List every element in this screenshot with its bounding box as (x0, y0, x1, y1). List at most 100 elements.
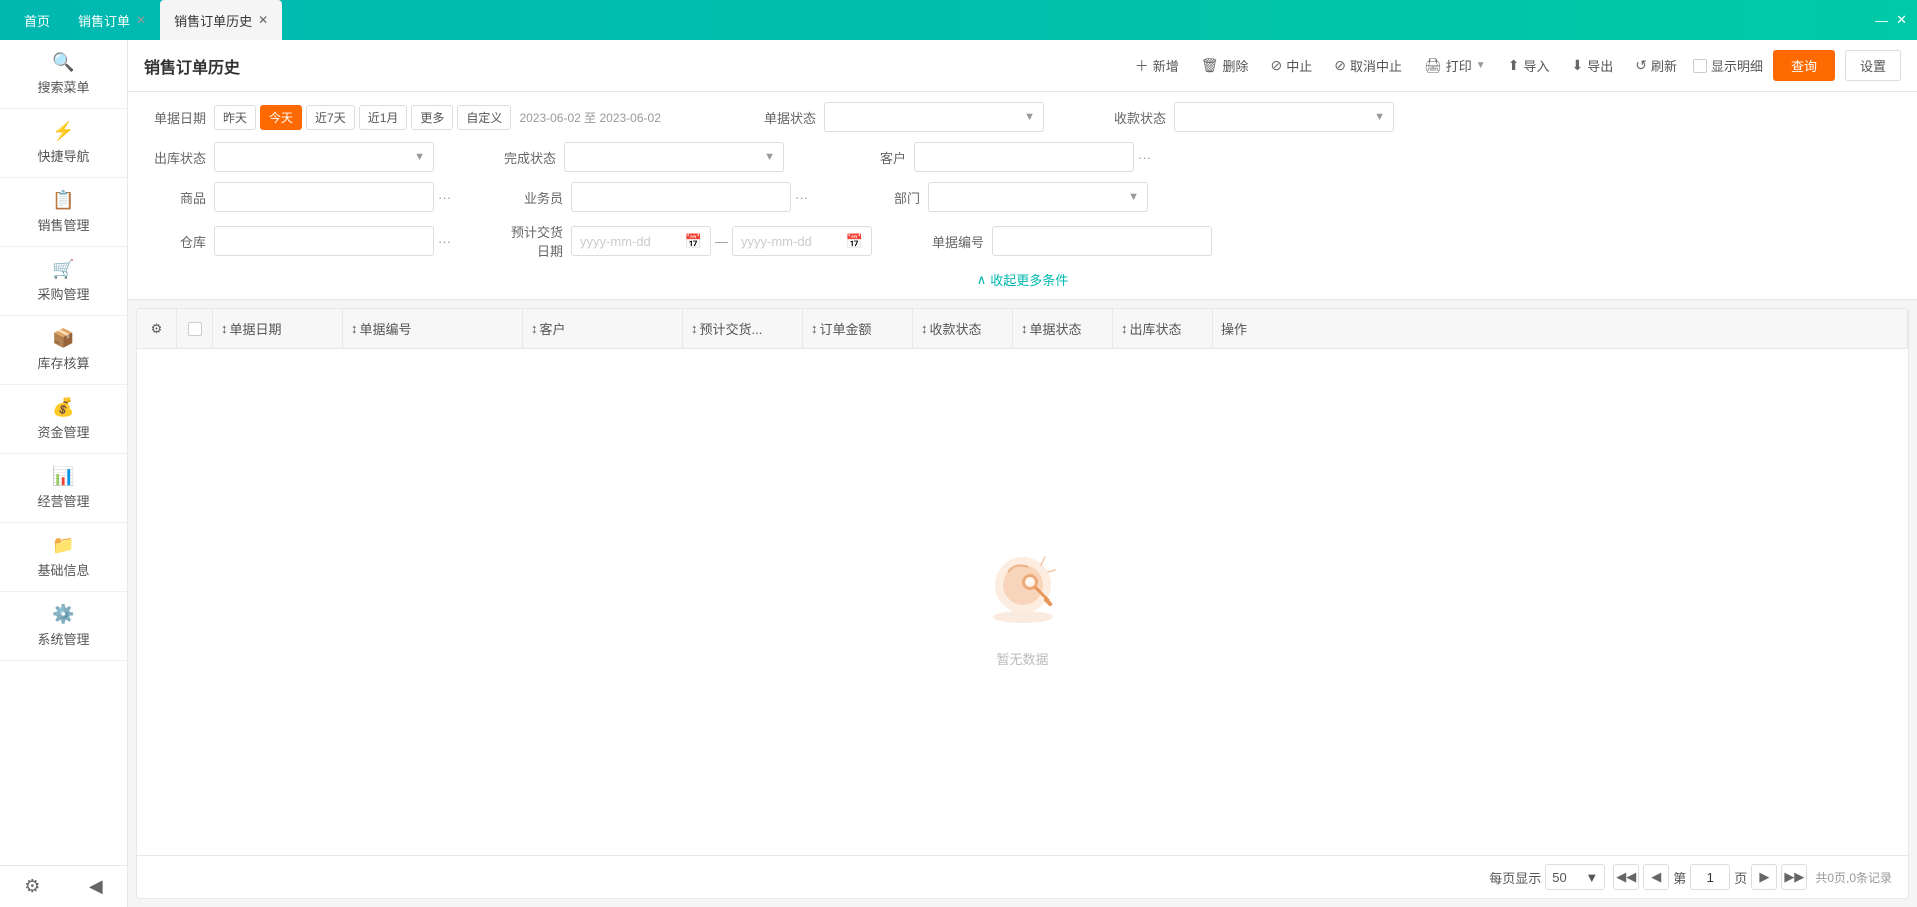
product-ellipsis-btn[interactable]: ··· (438, 190, 451, 205)
salesperson-ellipsis-btn[interactable]: ··· (795, 190, 808, 205)
sidebar-item-operations[interactable]: 📊 经营管理 (0, 454, 127, 523)
delivery-end-placeholder: yyyy-mm-dd (741, 234, 812, 249)
filter-row-2: 出库状态 ▼ 完成状态 ▼ 客户 ··· (144, 142, 1901, 172)
first-page-btn[interactable]: ◀◀ (1613, 864, 1639, 890)
customer-ellipsis-btn[interactable]: ··· (1138, 150, 1151, 165)
table-area: ⚙ ↕ 单据日期 ↕ 单据编号 ↕ 客户 ↕ (136, 308, 1909, 899)
sidebar-item-inventory[interactable]: 📦 库存核算 (0, 316, 127, 385)
warehouse-input[interactable] (214, 226, 434, 256)
tab-sales-order-close[interactable]: ✕ (136, 13, 146, 27)
date-btn-yesterday[interactable]: 昨天 (214, 105, 256, 130)
th-outbound[interactable]: ↕ 出库状态 (1113, 309, 1213, 348)
th-payment-sort-icon: ↕ (921, 321, 928, 336)
toolbar-stop-btn[interactable]: ⊘ 中止 (1265, 52, 1319, 79)
per-page-label: 每页显示 (1489, 868, 1541, 887)
page-label: 页 (1734, 868, 1747, 887)
date-btn-1month[interactable]: 近1月 (359, 105, 408, 130)
page-number-input[interactable] (1690, 864, 1730, 890)
th-amount-text: 订单金额 (820, 319, 872, 338)
query-button[interactable]: 查询 (1773, 50, 1835, 81)
toolbar-import-btn[interactable]: ⬆ 导入 (1502, 52, 1556, 79)
delivery-end-input[interactable]: yyyy-mm-dd 📅 (732, 226, 872, 256)
tab-sales-history[interactable]: 销售订单历史 ✕ (160, 0, 282, 40)
sidebar: 🔍 搜索菜单 ⚡ 快捷导航 📋 销售管理 🛒 采购管理 📦 库存核算 💰 资金管… (0, 40, 128, 907)
last-page-btn[interactable]: ▶▶ (1781, 864, 1807, 890)
th-customer-sort-icon: ↕ (531, 321, 538, 336)
filter-row-4: 仓库 ··· 预计交货日期 yyyy-mm-dd 📅 — yyyy-mm-dd … (144, 222, 1901, 260)
toolbar-new-btn[interactable]: ＋ 新增 (1129, 52, 1185, 80)
date-btn-more[interactable]: 更多 (411, 105, 453, 130)
table-footer: 每页显示 50 ▼ ◀◀ ◀ 第 页 (137, 855, 1908, 898)
toolbar-refresh-btn[interactable]: ↺ 刷新 (1629, 52, 1683, 79)
collapse-row[interactable]: ∧ 收起更多条件 (144, 270, 1901, 289)
dept-select[interactable]: ▼ (928, 182, 1148, 212)
sys-mgmt-icon: ⚙️ (52, 604, 74, 625)
tab-sales-history-close[interactable]: ✕ (258, 13, 268, 27)
sidebar-item-sales-mgmt[interactable]: 📋 销售管理 (0, 178, 127, 247)
total-info: 共0页,0条记录 (1815, 869, 1892, 886)
salesperson-input[interactable] (571, 182, 791, 212)
search-menu-icon: 🔍 (52, 52, 74, 73)
sidebar-bottom: ⚙ ◀ (0, 865, 127, 907)
th-no[interactable]: ↕ 单据编号 (343, 309, 523, 348)
display-detail-checkbox[interactable] (1693, 59, 1707, 73)
toolbar-delete-btn[interactable]: 🗑 删除 (1195, 52, 1255, 79)
sidebar-item-finance-label: 资金管理 (37, 422, 89, 441)
prev-page-btn[interactable]: ◀ (1643, 864, 1669, 890)
date-btn-7days[interactable]: 近7天 (306, 105, 355, 130)
complete-chevron-icon: ▼ (764, 151, 775, 163)
toolbar-delete-label: 删除 (1222, 56, 1248, 75)
th-amount[interactable]: ↕ 订单金额 (803, 309, 913, 348)
th-checkbox[interactable] (177, 309, 213, 348)
th-payment[interactable]: ↕ 收款状态 (913, 309, 1013, 348)
product-input[interactable] (214, 182, 434, 212)
sidebar-item-sys-mgmt[interactable]: ⚙️ 系统管理 (0, 592, 127, 661)
next-page-btn[interactable]: ▶ (1751, 864, 1777, 890)
th-customer[interactable]: ↕ 客户 (523, 309, 683, 348)
customer-input[interactable] (914, 142, 1134, 172)
print-icon: 🖨 (1424, 57, 1442, 74)
th-date[interactable]: ↕ 单据日期 (213, 309, 343, 348)
top-bar: 首页 销售订单 ✕ 销售订单历史 ✕ — ✕ (0, 0, 1917, 40)
toolbar-import-label: 导入 (1523, 56, 1549, 75)
sidebar-item-search-menu[interactable]: 🔍 搜索菜单 (0, 40, 127, 109)
setting-button[interactable]: 设置 (1845, 50, 1901, 81)
toolbar-export-btn[interactable]: ⬇ 导出 (1565, 52, 1619, 79)
date-btn-today[interactable]: 今天 (260, 105, 302, 130)
order-no-input[interactable] (992, 226, 1212, 256)
window-close-btn[interactable]: ✕ (1896, 12, 1907, 28)
window-minimize-btn[interactable]: — (1875, 13, 1888, 28)
sidebar-item-purchase-mgmt[interactable]: 🛒 采购管理 (0, 247, 127, 316)
table-header: ⚙ ↕ 单据日期 ↕ 单据编号 ↕ 客户 ↕ (137, 309, 1908, 349)
display-detail-wrap: 显示明细 (1693, 56, 1763, 75)
th-settings[interactable]: ⚙ (137, 309, 177, 348)
per-page-selector: 每页显示 50 ▼ (1489, 864, 1605, 890)
th-delivery-text: 预计交货... (700, 319, 763, 338)
payment-status-select[interactable]: ▼ (1174, 102, 1394, 132)
refresh-icon: ↺ (1635, 57, 1647, 74)
payment-status-chevron-icon: ▼ (1374, 111, 1385, 123)
header-checkbox[interactable] (188, 322, 202, 336)
outbound-status-select[interactable]: ▼ (214, 142, 434, 172)
sidebar-item-quick-nav[interactable]: ⚡ 快捷导航 (0, 109, 127, 178)
settings-icon: ⚙ (151, 321, 163, 337)
complete-status-select[interactable]: ▼ (564, 142, 784, 172)
page-size-select[interactable]: 50 ▼ (1545, 864, 1605, 890)
warehouse-ellipsis-btn[interactable]: ··· (438, 234, 451, 249)
th-delivery[interactable]: ↕ 预计交货... (683, 309, 803, 348)
th-order-status[interactable]: ↕ 单据状态 (1013, 309, 1113, 348)
sidebar-settings-icon[interactable]: ⚙ (24, 876, 40, 897)
purchase-mgmt-icon: 🛒 (52, 259, 74, 280)
status-select[interactable]: ▼ (824, 102, 1044, 132)
toolbar-cancel-stop-btn[interactable]: ⊘ 取消中止 (1328, 52, 1408, 79)
delivery-start-input[interactable]: yyyy-mm-dd 📅 (571, 226, 711, 256)
sidebar-collapse-icon[interactable]: ◀ (89, 876, 103, 897)
sidebar-item-finance[interactable]: 💰 资金管理 (0, 385, 127, 454)
tab-home[interactable]: 首页 (10, 0, 64, 40)
sidebar-item-basic-info[interactable]: 📁 基础信息 (0, 523, 127, 592)
toolbar-print-btn[interactable]: 🖨 打印 ▼ (1418, 52, 1492, 79)
th-operation-text: 操作 (1221, 319, 1247, 338)
display-detail-label: 显示明细 (1711, 56, 1763, 75)
tab-sales-order[interactable]: 销售订单 ✕ (64, 0, 160, 40)
date-btn-custom[interactable]: 自定义 (457, 105, 511, 130)
